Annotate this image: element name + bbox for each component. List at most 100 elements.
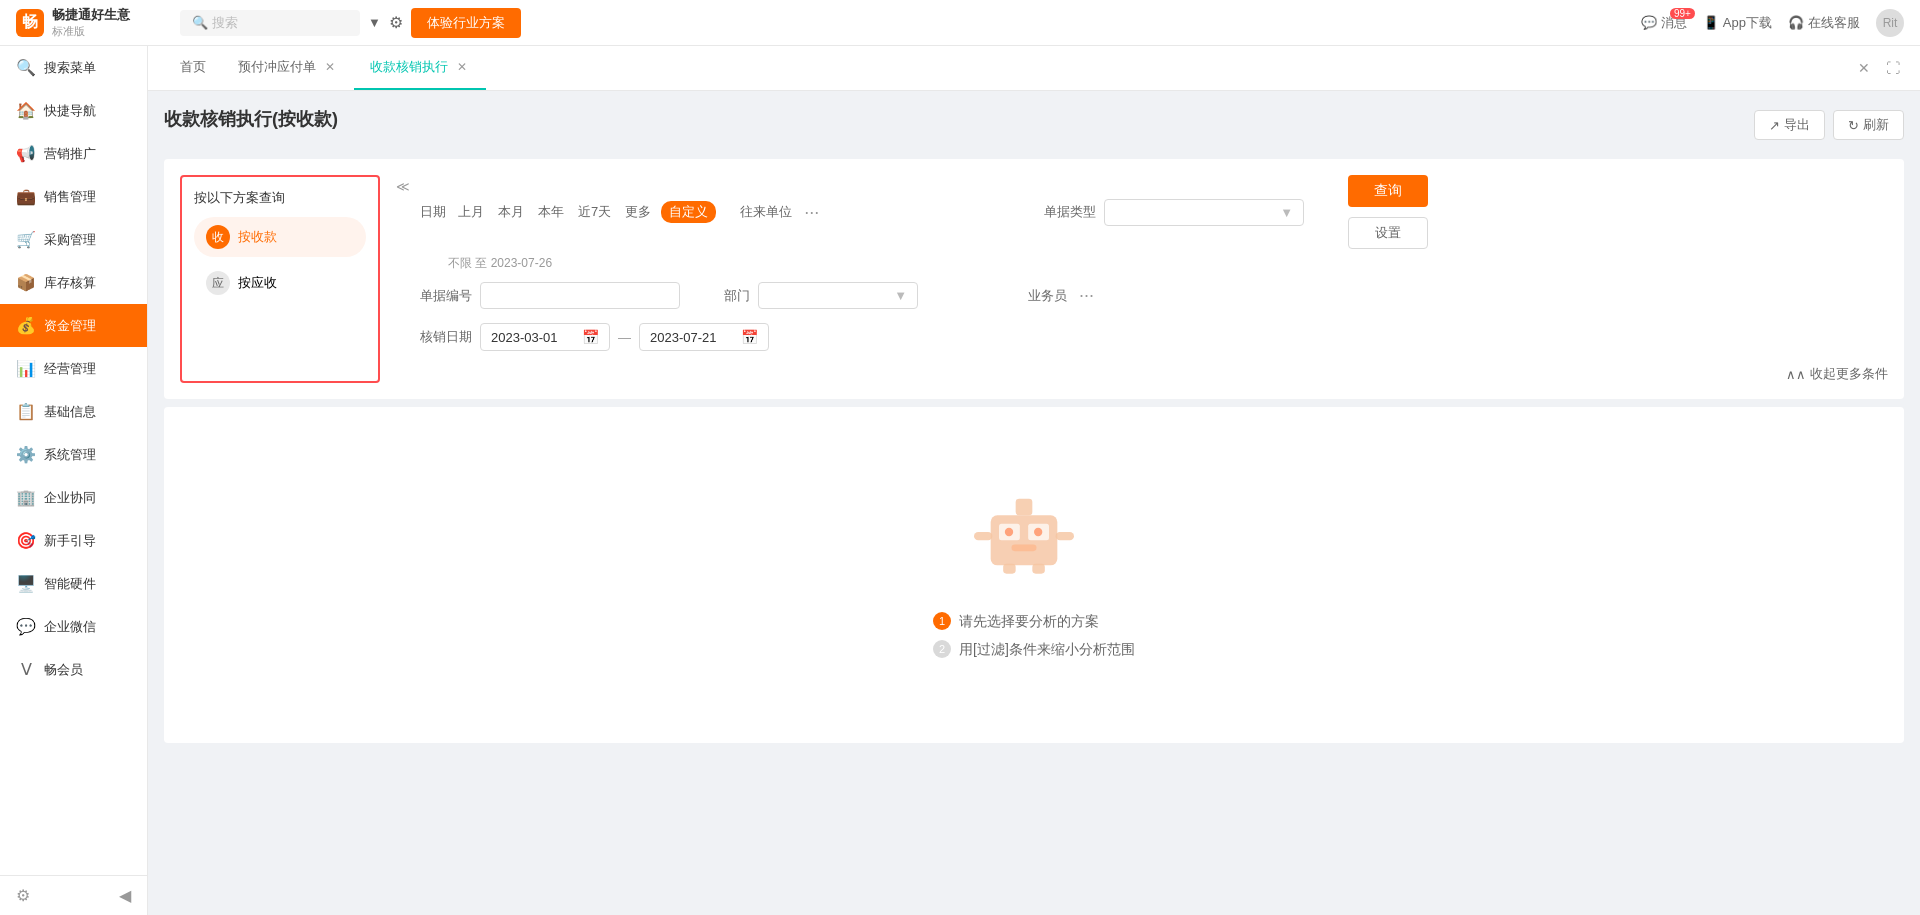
verify-date-to-value: 2023-07-21 [650,330,717,345]
empty-state: 1 请先选择要分析的方案 2 用[过滤]条件来缩小分析范围 [164,407,1904,743]
date-label: 日期 [420,203,446,221]
sidebar-item-label: 搜索菜单 [44,59,96,77]
sidebar-item-search[interactable]: 🔍 搜索菜单 [0,46,147,89]
svg-point-3 [1005,528,1013,536]
filter-row-1: 日期 上月 本月 本年 近7天 更多 自定义 往来单位 [420,175,1888,249]
online-service-btn[interactable]: 🎧 在线客服 [1788,14,1860,32]
purchase-icon: 🛒 [16,230,36,249]
date-7days[interactable]: 近7天 [574,201,615,223]
bill-number-label: 单据编号 [420,287,472,305]
user-initials: Rit [1883,16,1898,30]
staff-field: 业务员 ··· [1028,285,1308,306]
dept-select[interactable]: ▼ [758,282,918,309]
sidebar-item-system[interactable]: ⚙️ 系统管理 [0,433,147,476]
bill-number-input[interactable] [480,282,680,309]
sidebar-item-sales[interactable]: 💼 销售管理 [0,175,147,218]
app-download-btn[interactable]: 📱 App下载 [1703,14,1772,32]
industry-button[interactable]: 体验行业方案 [411,8,521,38]
sidebar-item-label: 新手引导 [44,532,96,550]
sidebar-item-hardware[interactable]: 🖥️ 智能硬件 [0,562,147,605]
message-icon: 💬 [1641,15,1657,30]
date-more[interactable]: 更多 [621,201,655,223]
staff-dots[interactable]: ··· [1075,285,1098,306]
verify-date-to[interactable]: 2023-07-21 📅 [639,323,769,351]
svg-rect-9 [1056,532,1074,540]
tab-maximize-icon[interactable]: ⛶ [1882,56,1904,80]
sidebar-item-operation[interactable]: 📊 经营管理 [0,347,147,390]
sidebar-item-guide[interactable]: 🎯 新手引导 [0,519,147,562]
tab-prepay-label: 预付冲应付单 [238,58,316,76]
sidebar-settings-icon[interactable]: ⚙ [16,886,30,905]
tab-receivable-close[interactable]: ✕ [454,59,470,75]
date-custom[interactable]: 自定义 [661,201,716,223]
svg-rect-6 [1016,499,1033,516]
sidebar-item-wechat[interactable]: 💬 企业微信 [0,605,147,648]
refresh-button[interactable]: ↻ 刷新 [1833,110,1904,140]
settings-button[interactable]: 设置 [1348,217,1428,249]
tab-prepay-offset[interactable]: 预付冲应付单 ✕ [222,46,354,90]
tab-home-label: 首页 [180,58,206,76]
bill-type-select[interactable]: ▼ [1104,199,1304,226]
message-btn[interactable]: 💬 消息 99+ [1641,14,1687,32]
page-title: 收款核销执行(按收款) [164,107,338,131]
collapse-more-btn[interactable]: ∧∧ 收起更多条件 [1786,365,1888,383]
operation-icon: 📊 [16,359,36,378]
refresh-icon: ↻ [1848,118,1859,133]
system-icon: ⚙️ [16,445,36,464]
counterpart-dots[interactable]: ··· [800,202,823,223]
filter-form: 日期 上月 本月 本年 近7天 更多 自定义 往来单位 [420,175,1888,383]
export-icon: ↗ [1769,118,1780,133]
app-name: 畅捷通好生意 [52,6,130,24]
collapse-more-label: 收起更多条件 [1810,365,1888,383]
settings-gear-icon[interactable]: ⚙ [389,13,403,32]
tab-prepay-close[interactable]: ✕ [322,59,338,75]
tab-bar-actions: ✕ ⛶ [1854,56,1904,80]
dept-field: 部门 ▼ [724,282,1004,309]
filter-scheme-panel: 按以下方案查询 收 按收款 应 按应收 [180,175,380,383]
guide-icon: 🎯 [16,531,36,550]
sidebar-item-basic-info[interactable]: 📋 基础信息 [0,390,147,433]
top-search[interactable]: 🔍 搜索 [180,10,360,36]
bill-type-label: 单据类型 [1044,203,1096,221]
dept-arrow: ▼ [894,288,907,303]
sidebar-item-quick-nav[interactable]: 🏠 快捷导航 [0,89,147,132]
export-button[interactable]: ↗ 导出 [1754,110,1825,140]
sidebar-item-marketing[interactable]: 📢 营销推广 [0,132,147,175]
sidebar-item-purchase[interactable]: 🛒 采购管理 [0,218,147,261]
user-area[interactable]: Rit [1876,9,1904,37]
filter-panel-title: 按以下方案查询 [194,189,366,207]
date-last-month[interactable]: 上月 [454,201,488,223]
tip-num-1: 1 [933,612,951,630]
bill-type-field: 单据类型 ▼ [1044,199,1324,226]
tab-receivable-offset[interactable]: 收款核销执行 ✕ [354,46,486,90]
sidebar: 🔍 搜索菜单 🏠 快捷导航 📢 营销推广 💼 销售管理 🛒 采购管理 📦 库存核… [0,46,148,915]
sidebar-item-enterprise[interactable]: 🏢 企业协同 [0,476,147,519]
dept-label: 部门 [724,287,750,305]
collapse-panel-btn[interactable]: ≪ [396,175,420,383]
verify-date-from[interactable]: 2023-03-01 📅 [480,323,610,351]
sidebar-bottom: ⚙ ◀ [0,875,147,915]
empty-tips: 1 请先选择要分析的方案 2 用[过滤]条件来缩小分析范围 [933,607,1135,663]
sidebar-collapse-icon[interactable]: ◀ [119,886,131,905]
sidebar-item-inventory[interactable]: 📦 库存核算 [0,261,147,304]
sidebar-item-label: 营销推广 [44,145,96,163]
date-this-year[interactable]: 本年 [534,201,568,223]
filter-card: 按以下方案查询 收 按收款 应 按应收 ≪ [164,159,1904,399]
date-this-month[interactable]: 本月 [494,201,528,223]
empty-illustration [974,487,1094,587]
dropdown-arrow[interactable]: ▼ [368,15,381,30]
sidebar-item-member[interactable]: Ⅴ 畅会员 [0,648,147,691]
sidebar-item-finance[interactable]: 💰 资金管理 [0,304,147,347]
receivable-icon: 应 [206,271,230,295]
tab-home[interactable]: 首页 [164,46,222,90]
sidebar-item-label: 基础信息 [44,403,96,421]
main-layout: 🔍 搜索菜单 🏠 快捷导航 📢 营销推广 💼 销售管理 🛒 采购管理 📦 库存核… [0,46,1920,915]
filter-option-by-receivable[interactable]: 应 按应收 [194,263,366,303]
filter-option-by-receipt[interactable]: 收 按收款 [194,217,366,257]
sidebar-item-label: 资金管理 [44,317,96,335]
svg-rect-11 [1032,564,1045,574]
tab-close-all-icon[interactable]: ✕ [1854,56,1874,80]
verify-date-from-value: 2023-03-01 [491,330,558,345]
query-button[interactable]: 查询 [1348,175,1428,207]
staff-label: 业务员 [1028,287,1067,305]
